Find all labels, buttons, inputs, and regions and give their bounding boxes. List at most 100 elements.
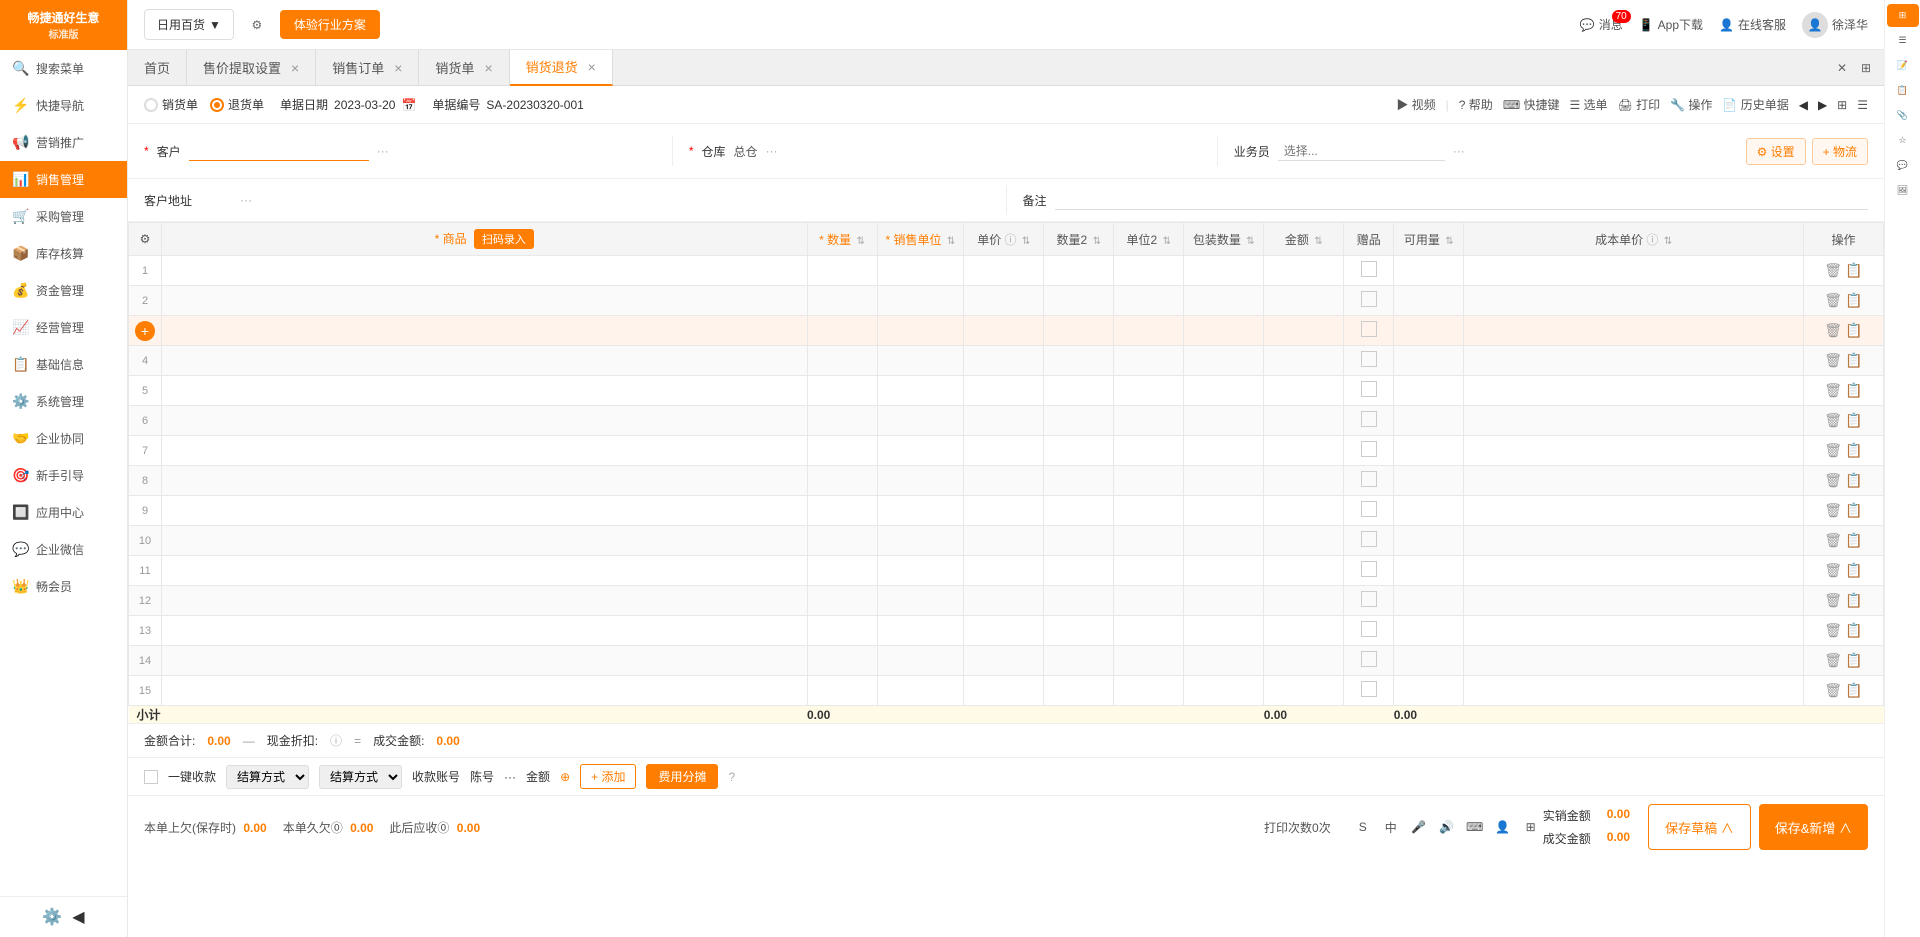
gift-cell[interactable] — [1344, 616, 1394, 646]
qty-sort-icon[interactable]: ⇅ — [856, 236, 864, 247]
radio-delivery[interactable]: 销货单 — [144, 96, 198, 113]
delete-row-button[interactable]: 🗑 — [1824, 262, 1842, 278]
customer-input[interactable] — [189, 142, 369, 161]
delete-row-button[interactable]: 🗑 — [1824, 292, 1842, 308]
toolbar-icon-s[interactable]: S — [1351, 815, 1375, 839]
add-item-icon[interactable]: ⊕ — [560, 770, 570, 784]
shortcut-keys-link[interactable]: ⌨ 快捷键 — [1503, 96, 1560, 113]
copy-row-button[interactable]: 📋 — [1845, 532, 1862, 548]
pack-sort-icon[interactable]: ⇅ — [1246, 236, 1254, 247]
price-sort-icon[interactable]: ⇅ — [1022, 236, 1030, 247]
select-link[interactable]: ☰ 选单 — [1569, 96, 1607, 113]
sidebar-item-system[interactable]: ⚙️ 系统管理 — [0, 383, 127, 420]
gift-checkbox[interactable] — [1361, 621, 1377, 637]
gift-checkbox[interactable] — [1361, 651, 1377, 667]
fenyong-button[interactable]: 费用分摊 — [646, 764, 718, 789]
close-price-settings-tab[interactable]: × — [291, 60, 299, 76]
list-view-toggle[interactable]: ☰ — [1857, 98, 1868, 112]
gift-checkbox[interactable] — [1361, 321, 1377, 337]
sidebar-item-wechat[interactable]: 💬 企业微信 — [0, 531, 127, 568]
price-info-icon[interactable]: ⓘ — [1005, 233, 1017, 247]
gift-cell[interactable] — [1344, 376, 1394, 406]
industry-dropdown[interactable]: 日用百货 ▼ — [144, 9, 234, 40]
sidebar-item-enterprise[interactable]: 🤝 企业协同 — [0, 420, 127, 457]
customer-picker[interactable]: ··· — [377, 144, 389, 158]
cost-info-icon[interactable]: ⓘ — [1646, 233, 1658, 247]
delete-row-button[interactable]: 🗑 — [1824, 682, 1842, 698]
toolbar-icon-user2[interactable]: 👤 — [1491, 815, 1515, 839]
delete-row-button[interactable]: 🗑 — [1824, 442, 1842, 458]
save-new-button[interactable]: 保存&新增 ∧ — [1759, 804, 1868, 850]
delete-row-button[interactable]: 🗑 — [1824, 532, 1842, 548]
sidebar-form2[interactable]: 📝 — [1887, 54, 1919, 77]
toolbar-icon-keyboard[interactable]: ⌨ — [1463, 815, 1487, 839]
close-sales-order-tab[interactable]: × — [394, 60, 402, 76]
sidebar-star[interactable]: ☆ — [1887, 129, 1919, 152]
sidebar-item-inventory[interactable]: 📦 库存核算 — [0, 235, 127, 272]
logistics-button[interactable]: + 物流 — [1812, 138, 1868, 165]
delete-row-button[interactable]: 🗑 — [1824, 622, 1842, 638]
sidebar-item-search[interactable]: 🔍 搜索菜单 — [0, 50, 127, 87]
gift-cell[interactable] — [1344, 646, 1394, 676]
gift-checkbox[interactable] — [1361, 261, 1377, 277]
warehouse-picker[interactable]: ··· — [766, 144, 778, 158]
qty2-sort-icon[interactable]: ⇅ — [1093, 236, 1101, 247]
app-download-button[interactable]: 📱 App下载 — [1639, 16, 1703, 33]
message-button[interactable]: 💬 消息 70 — [1580, 16, 1623, 33]
maximize-window-button[interactable]: ⊞ — [1856, 58, 1876, 78]
radio-return[interactable]: 退货单 — [210, 96, 264, 113]
gift-checkbox[interactable] — [1361, 381, 1377, 397]
gift-checkbox[interactable] — [1361, 291, 1377, 307]
payment-method-select[interactable]: 结算方式 — [226, 765, 309, 789]
gift-cell[interactable] — [1344, 406, 1394, 436]
gift-cell[interactable] — [1344, 496, 1394, 526]
gift-cell[interactable] — [1344, 286, 1394, 316]
sidebar-item-newuser[interactable]: 🎯 新手引导 — [0, 457, 127, 494]
save-draft-button[interactable]: 保存草稿 ∧ — [1648, 804, 1751, 850]
delete-row-button[interactable]: 🗑 — [1824, 322, 1842, 338]
copy-row-button[interactable]: 📋 — [1845, 652, 1862, 668]
sidebar-gear-icon[interactable]: ⚙️ — [42, 907, 62, 927]
toolbar-icon-mic[interactable]: 🎤 — [1407, 815, 1431, 839]
sidebar-item-basic[interactable]: 📋 基础信息 — [0, 346, 127, 383]
delete-row-button[interactable]: 🗑 — [1824, 652, 1842, 668]
copy-row-button[interactable]: 📋 — [1845, 472, 1862, 488]
copy-row-button[interactable]: 📋 — [1845, 262, 1862, 278]
copy-row-button[interactable]: 📋 — [1845, 562, 1862, 578]
copy-row-button[interactable]: 📋 — [1845, 292, 1862, 308]
gift-cell[interactable] — [1344, 466, 1394, 496]
address-picker[interactable]: ··· — [240, 193, 252, 207]
gift-cell[interactable] — [1344, 436, 1394, 466]
prev-btn[interactable]: ◀ — [1799, 98, 1808, 112]
one-click-checkbox[interactable] — [144, 770, 158, 784]
calendar-icon[interactable]: 📅 — [401, 98, 416, 112]
sidebar-item-apps[interactable]: 🔲 应用中心 — [0, 494, 127, 531]
scan-button[interactable]: 扫码录入 — [474, 232, 534, 246]
delete-row-button[interactable]: 🗑 — [1824, 382, 1842, 398]
gift-cell[interactable] — [1344, 556, 1394, 586]
add-button[interactable]: + 添加 — [580, 764, 636, 789]
avail-sort-icon[interactable]: ⇅ — [1445, 236, 1453, 247]
copy-row-button[interactable]: 📋 — [1845, 442, 1862, 458]
gift-checkbox[interactable] — [1361, 471, 1377, 487]
print-link[interactable]: 🖨 打印 — [1618, 96, 1661, 113]
sidebar-attach[interactable]: 📎 — [1887, 104, 1919, 127]
sidebar-msg[interactable]: 💬 — [1887, 154, 1919, 177]
toolbar-icon-grid[interactable]: ⊞ — [1519, 815, 1543, 839]
tab-sales-delivery[interactable]: 销货单 × — [419, 50, 509, 86]
delete-row-button[interactable]: 🗑 — [1824, 562, 1842, 578]
gift-checkbox[interactable] — [1361, 351, 1377, 367]
experience-button[interactable]: 体验行业方案 — [280, 10, 380, 39]
settings-icon[interactable]: ⚙ — [242, 10, 272, 40]
delete-row-button[interactable]: 🗑 — [1824, 412, 1842, 428]
gift-checkbox[interactable] — [1361, 501, 1377, 517]
copy-row-button[interactable]: 📋 — [1845, 682, 1862, 698]
copy-row-button[interactable]: 📋 — [1845, 322, 1862, 338]
delete-row-button[interactable]: 🗑 — [1824, 352, 1842, 368]
delete-row-button[interactable]: 🗑 — [1824, 502, 1842, 518]
gift-cell[interactable] — [1344, 676, 1394, 706]
close-window-button[interactable]: ✕ — [1832, 58, 1852, 78]
gear-icon[interactable]: ⚙ — [140, 232, 151, 246]
cost-sort-icon[interactable]: ⇅ — [1664, 236, 1672, 247]
settings-button[interactable]: ⚙ 设置 — [1746, 138, 1806, 165]
